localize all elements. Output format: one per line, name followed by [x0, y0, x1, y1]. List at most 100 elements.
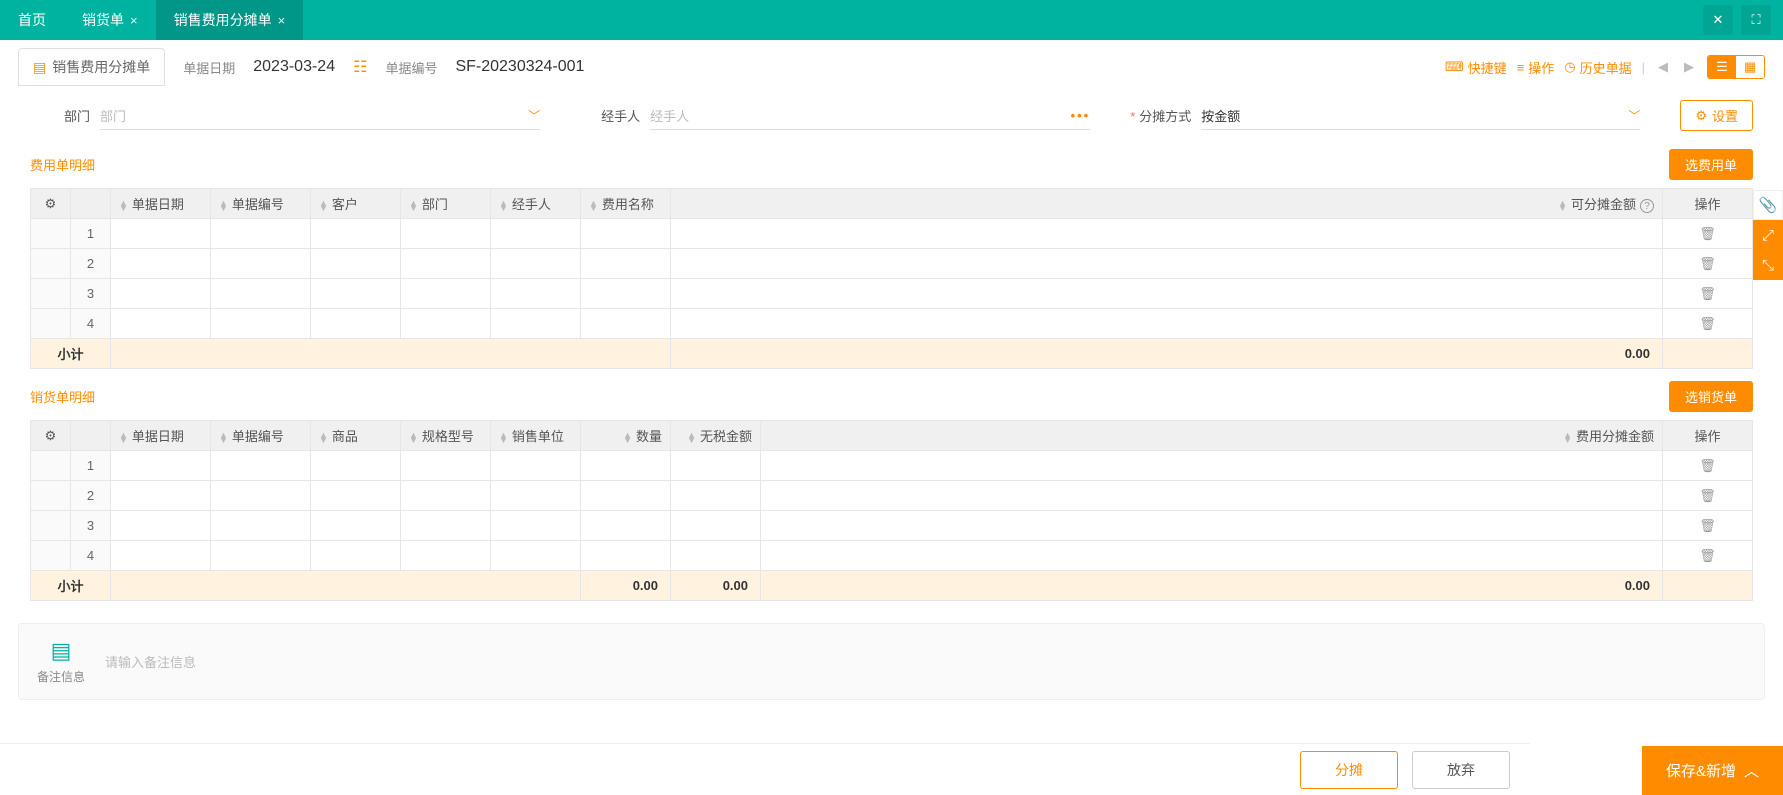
- cell[interactable]: [111, 481, 211, 511]
- cell[interactable]: [211, 219, 311, 249]
- col-prod[interactable]: ▲▼商品: [311, 421, 401, 451]
- date-value[interactable]: 2023-03-24: [253, 58, 335, 76]
- cell[interactable]: [311, 219, 401, 249]
- cell[interactable]: [401, 481, 491, 511]
- cell[interactable]: [491, 279, 581, 309]
- col-unit[interactable]: ▲▼销售单位: [491, 421, 581, 451]
- cell[interactable]: [211, 481, 311, 511]
- cell[interactable]: [111, 309, 211, 339]
- cell[interactable]: [491, 511, 581, 541]
- cell[interactable]: [111, 511, 211, 541]
- cell[interactable]: [761, 481, 1663, 511]
- cell[interactable]: [581, 541, 671, 571]
- col-dept[interactable]: ▲▼部门: [401, 189, 491, 219]
- cell[interactable]: [401, 309, 491, 339]
- cell[interactable]: [401, 279, 491, 309]
- cell[interactable]: [581, 481, 671, 511]
- gear-icon[interactable]: ⚙: [31, 189, 71, 219]
- cell[interactable]: [311, 541, 401, 571]
- cell[interactable]: [211, 309, 311, 339]
- cell[interactable]: [581, 219, 671, 249]
- cell[interactable]: [581, 451, 671, 481]
- cell[interactable]: [401, 219, 491, 249]
- table-row[interactable]: 4🗑: [31, 541, 1753, 571]
- table-row[interactable]: 3🗑: [31, 511, 1753, 541]
- cell[interactable]: [671, 219, 1663, 249]
- settings-button[interactable]: ⚙设置: [1680, 100, 1753, 131]
- remark-input[interactable]: 请输入备注信息: [105, 646, 1746, 677]
- cell[interactable]: [111, 451, 211, 481]
- table-row[interactable]: 2🗑: [31, 249, 1753, 279]
- attachment-icon[interactable]: 📎: [1753, 190, 1783, 220]
- cell[interactable]: [311, 249, 401, 279]
- cell[interactable]: [671, 481, 761, 511]
- prev-button[interactable]: ◀: [1655, 59, 1671, 75]
- next-button[interactable]: ▶: [1681, 59, 1697, 75]
- cell[interactable]: [671, 511, 761, 541]
- view-grid-icon[interactable]: ▦: [1736, 56, 1764, 78]
- save-add-button[interactable]: 保存&新增︿: [1642, 746, 1783, 795]
- delete-row-button[interactable]: 🗑: [1663, 511, 1753, 541]
- table-row[interactable]: 3🗑: [31, 279, 1753, 309]
- cell[interactable]: [491, 481, 581, 511]
- handler-select[interactable]: 经手人 •••: [650, 102, 1090, 130]
- cell[interactable]: [111, 219, 211, 249]
- col-no[interactable]: ▲▼单据编号: [211, 189, 311, 219]
- calendar-icon[interactable]: ☷: [353, 57, 367, 77]
- dept-select[interactable]: 部门 ﹀: [100, 102, 540, 130]
- cell[interactable]: [491, 541, 581, 571]
- cell[interactable]: [761, 511, 1663, 541]
- cell[interactable]: [111, 541, 211, 571]
- select-sales-button[interactable]: 选销货单: [1669, 381, 1753, 412]
- table-row[interactable]: 1🗑: [31, 219, 1753, 249]
- help-icon[interactable]: ?: [1640, 199, 1654, 213]
- col-fee[interactable]: ▲▼费用名称: [581, 189, 671, 219]
- cell[interactable]: [581, 511, 671, 541]
- history-link[interactable]: ◷历史单据: [1564, 58, 1631, 77]
- cell[interactable]: [211, 279, 311, 309]
- delete-row-button[interactable]: 🗑: [1663, 541, 1753, 571]
- close-icon[interactable]: ×: [278, 13, 286, 28]
- col-amt[interactable]: ▲▼无税金额: [671, 421, 761, 451]
- cell[interactable]: [311, 279, 401, 309]
- delete-row-button[interactable]: 🗑: [1663, 219, 1753, 249]
- close-icon[interactable]: ×: [130, 13, 138, 28]
- cell[interactable]: [671, 279, 1663, 309]
- close-window-button[interactable]: ✕: [1703, 5, 1733, 35]
- delete-row-button[interactable]: 🗑: [1663, 309, 1753, 339]
- col-date[interactable]: ▲▼单据日期: [111, 189, 211, 219]
- col-no[interactable]: ▲▼单据编号: [211, 421, 311, 451]
- cell[interactable]: [761, 541, 1663, 571]
- cell[interactable]: [211, 451, 311, 481]
- expand2-icon[interactable]: ⤡: [1753, 250, 1783, 280]
- tab-sales[interactable]: 销货单×: [64, 0, 156, 40]
- cell[interactable]: [491, 451, 581, 481]
- col-feealloc[interactable]: ▲▼费用分摊金额: [761, 421, 1663, 451]
- col-cust[interactable]: ▲▼客户: [311, 189, 401, 219]
- delete-row-button[interactable]: 🗑: [1663, 451, 1753, 481]
- view-list-icon[interactable]: ☰: [1708, 56, 1736, 78]
- cell[interactable]: [311, 481, 401, 511]
- tab-alloc[interactable]: 销售费用分摊单×: [156, 0, 304, 40]
- select-fee-button[interactable]: 选费用单: [1669, 149, 1753, 180]
- shortcut-link[interactable]: ⌨快捷键: [1445, 58, 1507, 77]
- delete-row-button[interactable]: 🗑: [1663, 249, 1753, 279]
- cell[interactable]: [581, 279, 671, 309]
- cell[interactable]: [491, 249, 581, 279]
- cell[interactable]: [401, 511, 491, 541]
- cell[interactable]: [211, 541, 311, 571]
- cell[interactable]: [111, 249, 211, 279]
- gear-icon[interactable]: ⚙: [31, 421, 71, 451]
- cell[interactable]: [401, 451, 491, 481]
- cell[interactable]: [581, 309, 671, 339]
- table-row[interactable]: 4🗑: [31, 309, 1753, 339]
- delete-row-button[interactable]: 🗑: [1663, 279, 1753, 309]
- col-spec[interactable]: ▲▼规格型号: [401, 421, 491, 451]
- cell[interactable]: [311, 511, 401, 541]
- cell[interactable]: [671, 249, 1663, 279]
- col-handler[interactable]: ▲▼经手人: [491, 189, 581, 219]
- cell[interactable]: [491, 219, 581, 249]
- fullscreen-button[interactable]: ⛶: [1741, 5, 1771, 35]
- col-date[interactable]: ▲▼单据日期: [111, 421, 211, 451]
- discard-button[interactable]: 放弃: [1412, 751, 1510, 789]
